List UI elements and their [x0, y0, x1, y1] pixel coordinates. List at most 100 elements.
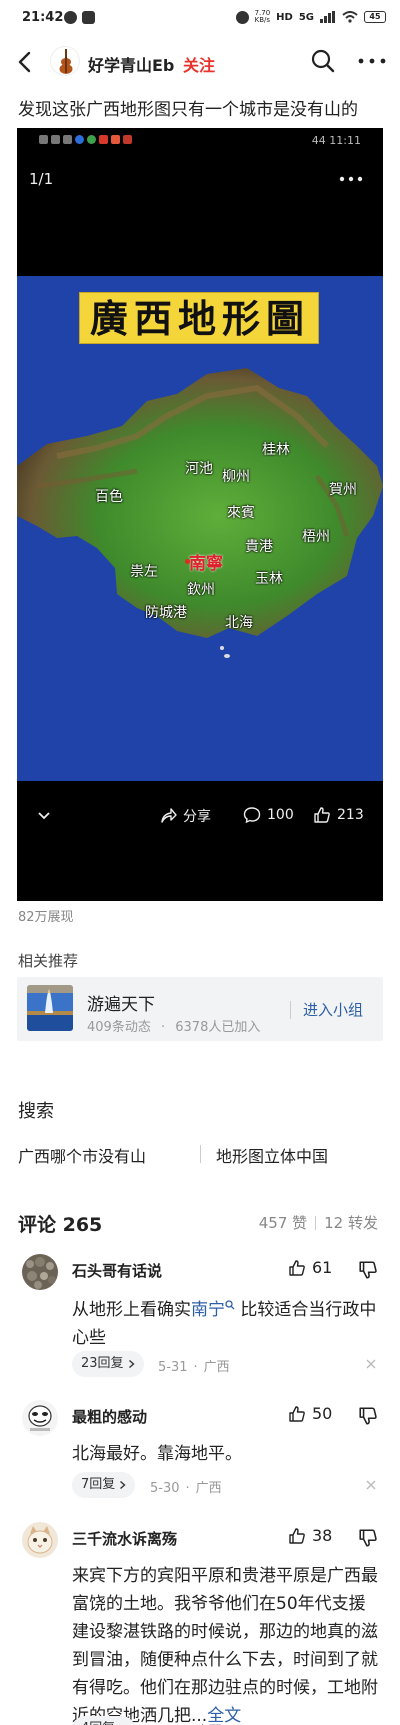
- city-guilin: 桂林: [262, 442, 290, 458]
- violin-icon: [59, 49, 73, 74]
- author-name[interactable]: 好学青山Eb: [88, 52, 174, 76]
- share-label: 分享: [183, 809, 211, 825]
- comment-date: 5-31: [158, 1360, 188, 1375]
- close-icon[interactable]: [365, 1358, 377, 1370]
- inner-status-right: 44 11:11: [312, 134, 361, 147]
- comment-item: 最粗的感动 50 北海最好。靠海地平。 7回复 5-30 · 广西: [0, 1400, 400, 1500]
- group-members: 6378人已加入: [175, 1020, 261, 1035]
- comment-like-count: 61: [312, 1258, 333, 1277]
- comment-item: 三千流水诉离殇 38 来宾下方的宾阳平原和贵港平原是广西最富饶的土地。我爷爷他们…: [0, 1522, 400, 1725]
- related-section-label: 相关推荐: [18, 952, 79, 970]
- city-yulin: 玉林: [255, 571, 283, 587]
- search-icon[interactable]: [310, 48, 336, 74]
- net-speed: 7.70 KB/s: [255, 10, 271, 24]
- comment-like-count: 50: [312, 1404, 333, 1423]
- commenter-name[interactable]: 三千流水诉离殇: [72, 1528, 177, 1549]
- commenter-name[interactable]: 石头哥有话说: [72, 1260, 162, 1281]
- search-suggestion[interactable]: 广西哪个市没有山: [18, 1143, 146, 1167]
- shares-stat: 12 转发: [324, 1214, 378, 1232]
- post-image[interactable]: 44 11:11 1/1 廣西地形圖 桂林 河池 柳州 百色 來賓 賀州 梧州 …: [17, 128, 383, 901]
- city-guigang: 貴港: [245, 539, 273, 555]
- close-icon[interactable]: [365, 1479, 377, 1491]
- lake-fountain-image: [27, 985, 73, 1031]
- comment-like-button[interactable]: 50: [288, 1404, 332, 1423]
- search-link-icon: [225, 1300, 235, 1310]
- image-inner-status-bar: 44 11:11: [17, 134, 383, 150]
- reply-count: 23回复: [81, 1356, 124, 1371]
- meme-face-avatar-image: [22, 1400, 58, 1436]
- status-left-icons: [64, 11, 95, 24]
- follow-button[interactable]: 关注: [183, 52, 215, 76]
- like-button[interactable]: 213: [313, 806, 364, 824]
- comment-search-link[interactable]: 南宁: [191, 1300, 225, 1320]
- map-title-box: 廣西地形圖: [79, 292, 319, 344]
- comment-like-count: 38: [312, 1526, 333, 1545]
- image-more-icon[interactable]: [339, 176, 363, 182]
- share-button[interactable]: 分享: [159, 806, 211, 826]
- view-replies-button[interactable]: 4回复: [72, 1716, 136, 1725]
- comment-like-button[interactable]: 38: [288, 1526, 332, 1545]
- thumbs-up-icon: [289, 1259, 305, 1276]
- net-speed-unit: KB/s: [254, 16, 271, 24]
- like-count: 213: [337, 807, 364, 823]
- commenter-avatar[interactable]: [22, 1522, 58, 1558]
- comment-button[interactable]: 100: [243, 806, 294, 824]
- inner-time: 11:11: [329, 134, 361, 147]
- stones-avatar-image: [22, 1254, 58, 1290]
- suggestion-divider: [200, 1145, 201, 1163]
- comment-date: 5-30: [150, 1481, 180, 1496]
- cloud-icon: [64, 11, 77, 24]
- commenter-name[interactable]: 最粗的感动: [72, 1406, 147, 1427]
- city-hezhou: 賀州: [329, 482, 357, 498]
- comment-text: 从地形上看确实南宁 比较适合当行政中心些: [72, 1296, 382, 1352]
- group-posts: 409条动态: [87, 1020, 151, 1035]
- alarm-icon: [235, 10, 249, 24]
- hd-icon: HD: [276, 11, 293, 23]
- city-chongzuo: 祟左: [130, 564, 158, 580]
- group-divider: [290, 1001, 291, 1019]
- comment-text: 北海最好。靠海地平。: [72, 1444, 242, 1464]
- reply-count: 4回复: [81, 1716, 115, 1725]
- city-baise: 百色: [95, 489, 123, 505]
- commenter-avatar[interactable]: [22, 1400, 58, 1436]
- back-arrow-icon[interactable]: [14, 48, 38, 76]
- view-replies-button[interactable]: 23回复: [72, 1351, 144, 1377]
- thumbs-down-icon[interactable]: [358, 1260, 378, 1280]
- thumbs-down-icon[interactable]: [358, 1406, 378, 1426]
- app-notification-icon: [82, 11, 95, 24]
- comments-stats: 457 赞 12 转发: [259, 1212, 378, 1233]
- chevron-down-icon[interactable]: [37, 808, 51, 822]
- share-icon: [161, 808, 177, 823]
- city-beihai: 北海: [225, 615, 253, 631]
- guangxi-terrain-map: 廣西地形圖 桂林 河池 柳州 百色 來賓 賀州 梧州 貴港 南寧 祟左 玉林 欽…: [17, 276, 383, 781]
- comment-item: 石头哥有话说 61 从地形上看确实南宁 比较适合当行政中心些 23回复 5-31…: [0, 1254, 400, 1379]
- join-group-button[interactable]: 进入小组: [303, 999, 363, 1020]
- comment-like-button[interactable]: 61: [288, 1258, 332, 1277]
- group-name: 游遍天下: [87, 995, 155, 1015]
- city-wuzhou: 梧州: [302, 529, 330, 545]
- related-group-card[interactable]: 游遍天下 409条动态 · 6378人已加入 进入小组: [17, 977, 383, 1041]
- likes-stat: 457 赞: [258, 1214, 308, 1232]
- view-count: 82万展现: [18, 910, 74, 925]
- capital-marker: [185, 559, 190, 564]
- thumbs-up-icon: [314, 807, 330, 823]
- commenter-avatar[interactable]: [22, 1254, 58, 1290]
- inner-battery: 44: [311, 134, 326, 147]
- image-action-bar: 分享 100 213: [17, 796, 383, 836]
- inner-status-icons: [39, 135, 132, 144]
- view-replies-button[interactable]: 7回复: [72, 1472, 136, 1498]
- comment-meta: 5-31·广西: [158, 1360, 230, 1375]
- search-suggestion[interactable]: 地形图立体中国: [216, 1143, 328, 1167]
- chevron-right-icon: [120, 1480, 126, 1490]
- author-avatar[interactable]: [50, 46, 80, 76]
- comment-count: 100: [267, 807, 294, 823]
- status-bar: 21:42 7.70 KB/s HD 5G 45: [0, 0, 400, 38]
- page-indicator: 1/1: [29, 170, 54, 188]
- more-options-icon[interactable]: [358, 58, 386, 64]
- status-time: 21:42: [22, 10, 64, 25]
- comment-meta: 5-30 · 广西: [150, 1481, 222, 1496]
- comment-text-part: 从地形上看确实: [72, 1300, 191, 1320]
- map-title: 廣西地形圖: [89, 296, 310, 341]
- comment-meta: 5-31·广西: [150, 1720, 222, 1725]
- thumbs-down-icon[interactable]: [358, 1528, 378, 1548]
